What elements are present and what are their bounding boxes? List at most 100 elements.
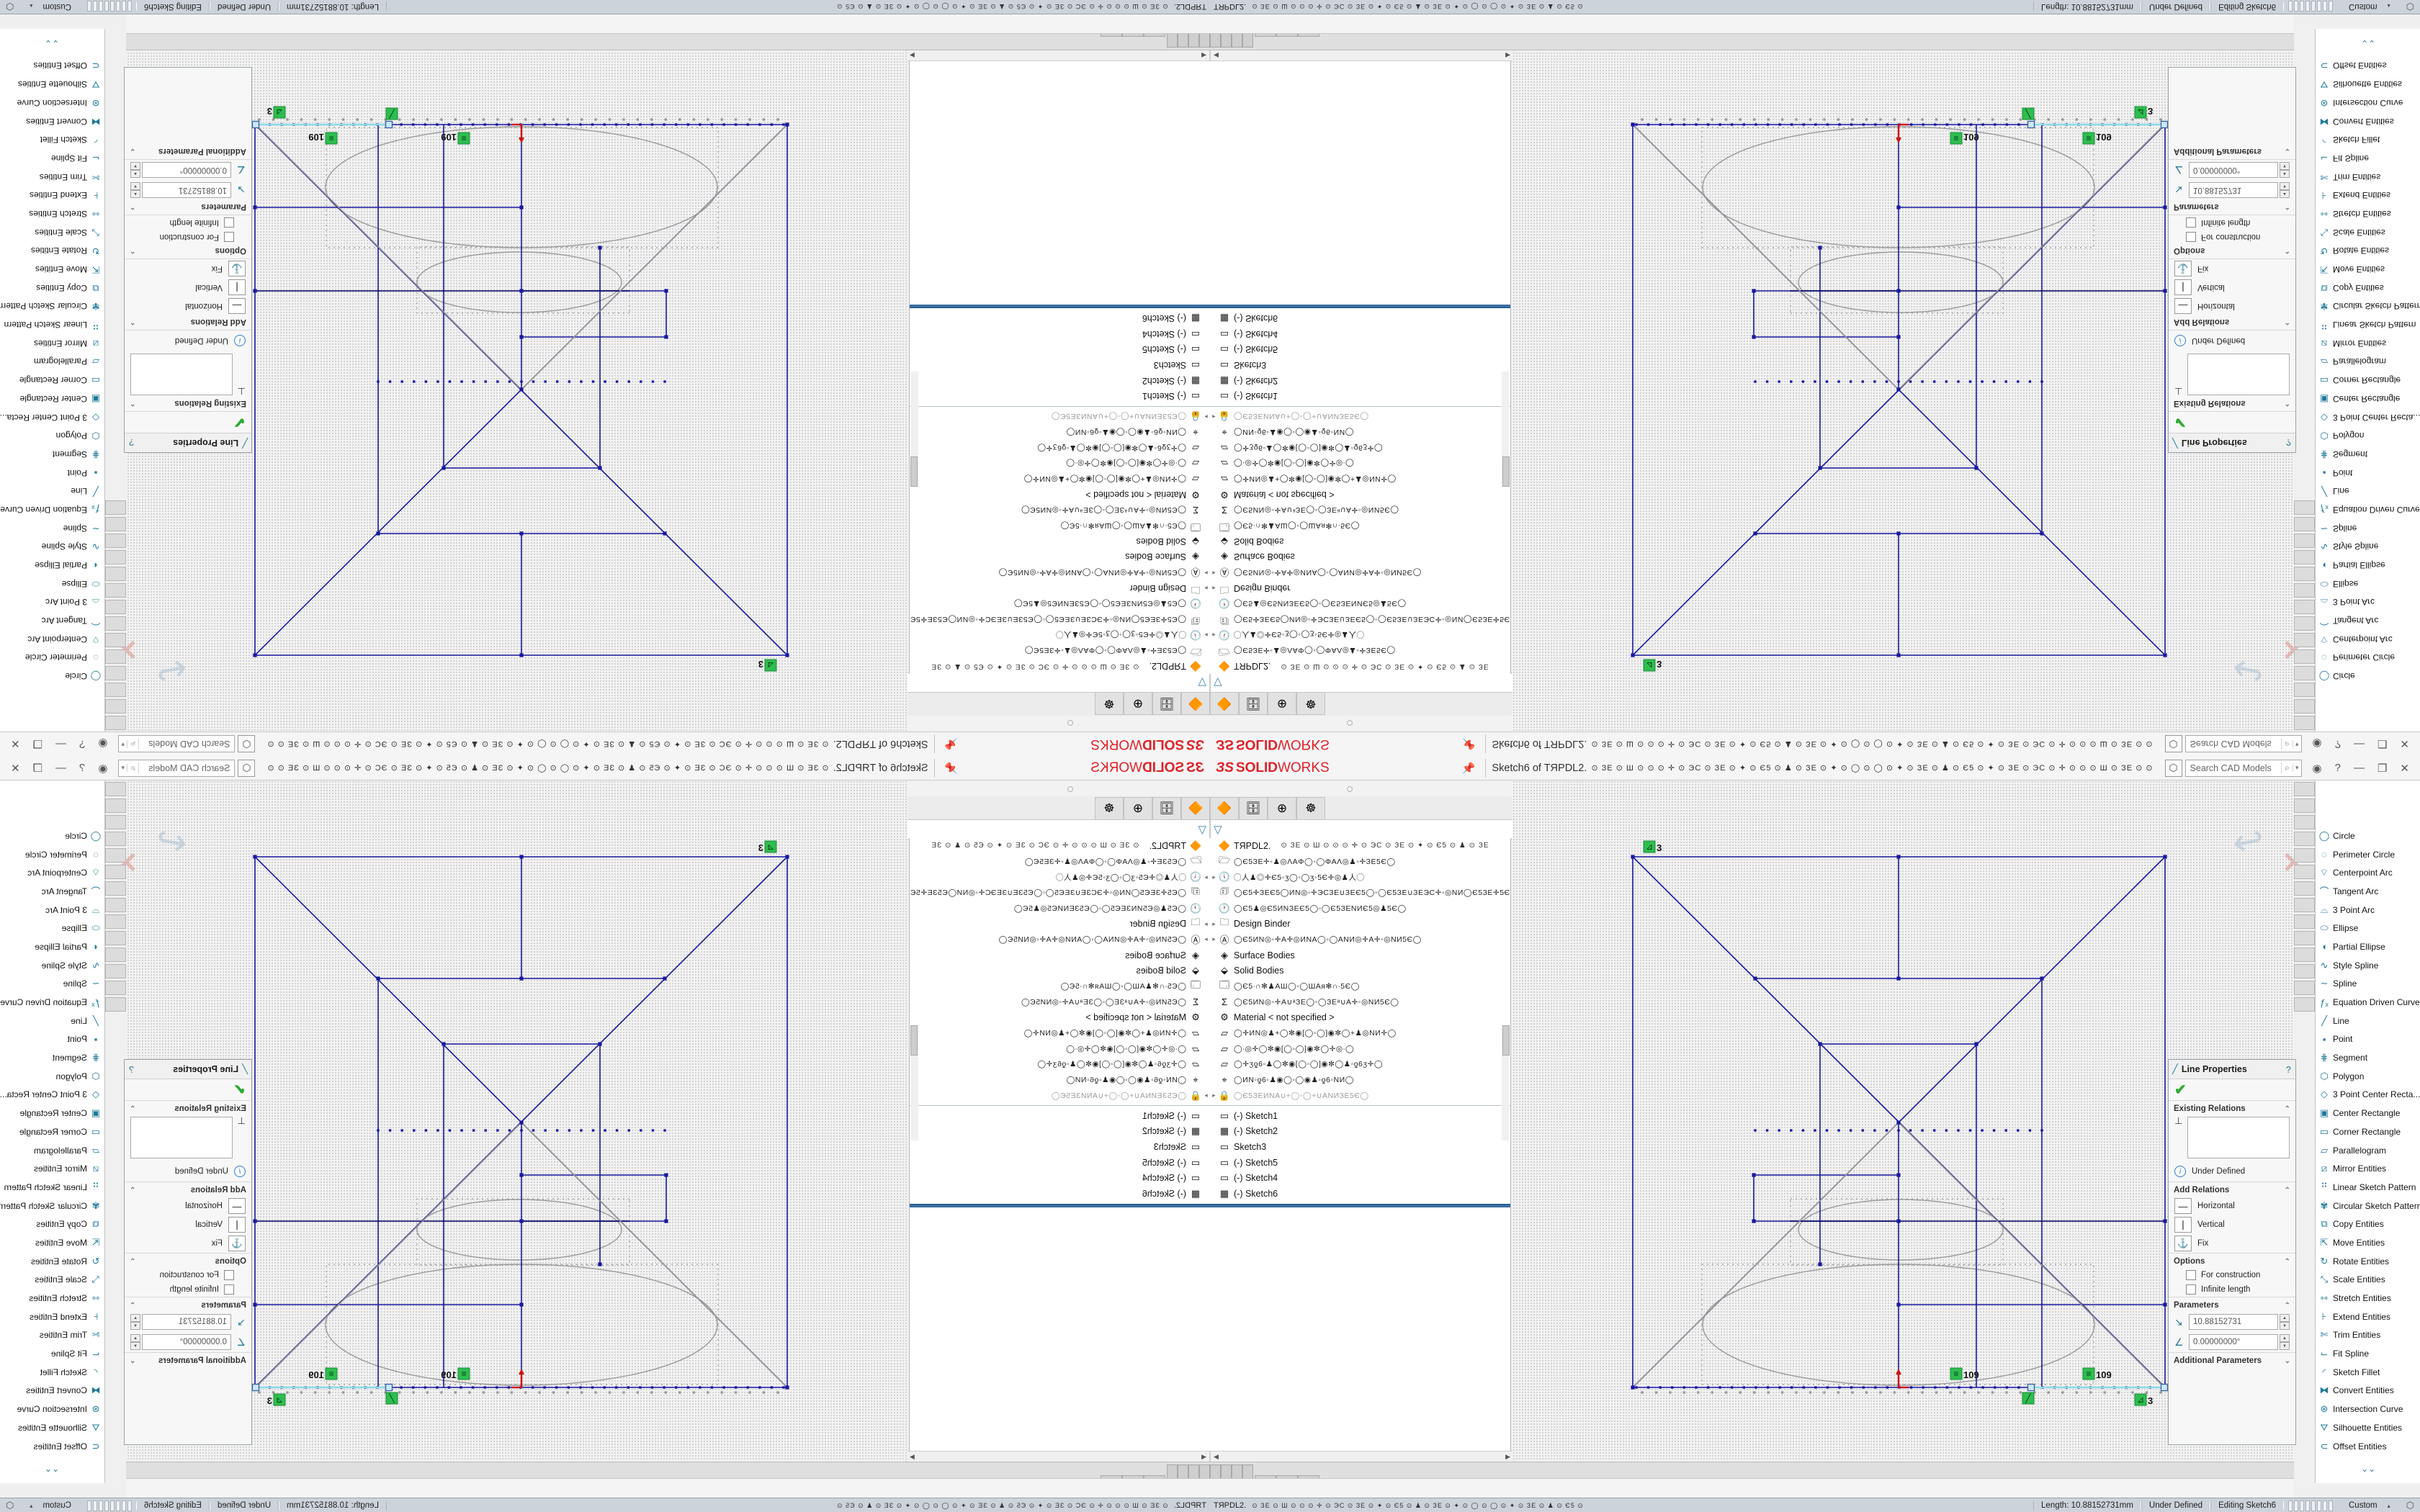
scroll-right-icon[interactable]: ▶ [907, 51, 918, 59]
tree-row[interactable]: ◈ Surface Bodies [910, 948, 1210, 963]
section-add-relations[interactable]: Add Relations⌃ [2169, 315, 2295, 330]
sketch-tool-item[interactable]: ╱ Line [2316, 482, 2420, 500]
spin-down-icon[interactable]: ▼ [2280, 1342, 2290, 1350]
expand-arrow-icon[interactable]: ▸ [1202, 920, 1210, 928]
tree-row[interactable]: 🗊 ◯Є5✛ЗЕЄ5◯ИN◎◦✛ЭСЗЕ∪ЗЕЄ5◯◦◯Є5ЗЕ∪ЗЕЭС✛◦◎… [1210, 885, 1510, 901]
command-tab[interactable] [105, 583, 126, 598]
command-tab[interactable] [105, 914, 126, 929]
tree-row[interactable]: ▭ Sketch3 [1210, 1139, 1510, 1155]
spin-up-icon[interactable]: ▲ [2280, 1314, 2290, 1322]
sketch-tool-item[interactable]: ✾ Circular Sketch Pattern [2316, 297, 2420, 316]
restore-button[interactable]: ❐ [33, 762, 42, 775]
relation-button-icon[interactable]: ❘ [228, 1217, 246, 1233]
document-tab[interactable]: 🔶 [1210, 797, 1239, 819]
sketch-tool-item[interactable]: ƒₓ Equation Driven Curve [2316, 500, 2420, 519]
search-input[interactable]: Search CAD Models ⌕ ▾ [118, 736, 235, 753]
command-tab[interactable] [105, 815, 126, 829]
command-tab[interactable] [105, 600, 126, 614]
sketch-tool-item[interactable]: ⬭ Ellipse [2316, 919, 2420, 937]
checkbox[interactable] [2186, 232, 2196, 242]
tree-row[interactable]: 🕐 ◯Є5♟◎Є5ИNЗЕЄ5◯◦◯Є5ЗЕNИЄ5◎♟5Є◯ [1210, 901, 1510, 917]
panel-help-icon[interactable]: ? [129, 438, 134, 449]
sketch-tool-item[interactable]: ∿ Style Spline [2316, 538, 2420, 557]
spinner[interactable]: ▲▼ [2280, 1314, 2290, 1330]
sketch-tool-item[interactable]: ◜ Sketch Fillet [0, 130, 104, 149]
sketch-tool-item[interactable]: ⌔ Centerpoint Arc [0, 863, 104, 882]
tab-nav-icon[interactable] [1221, 1464, 1232, 1479]
sketch-tool-item[interactable]: ⠛ Linear Sketch Pattern [0, 315, 104, 334]
tree-row[interactable]: Σ ◯Є5ИN◎◦✛А∪ᵃЗЕ◯◦◯ЗЕᵃ∪А✛◦◎NИ5Є◯ [910, 994, 1210, 1010]
tree-row[interactable]: ▦ (-) Sketch6 [1210, 310, 1510, 326]
command-tab[interactable] [105, 633, 126, 647]
sketch-tool-item[interactable]: ◖ Partial Ellipse [0, 556, 104, 575]
minimize-button[interactable]: — [55, 738, 66, 750]
tree-row[interactable]: ▱ ◯∙◎✛◯✼◉[◯◦◯]◉✼◯✛◎∙◯ [910, 1041, 1210, 1057]
sketch-tool-item[interactable]: ∿ Style Spline [0, 956, 104, 975]
feature-tree-filter[interactable]: ▽ [1210, 819, 1523, 840]
sketch-tool-item[interactable]: ⇿ Stretch Entities [0, 204, 104, 223]
collapsed-ribbon[interactable] [898, 715, 1210, 732]
scroll-left-icon[interactable]: ◀ [1211, 1453, 1222, 1461]
document-tab[interactable]: 🗄 [1152, 797, 1181, 819]
sketch-tool-item[interactable]: ⊦ Extend Entities [2316, 1308, 2420, 1326]
tab-nav-icon[interactable] [1178, 1464, 1188, 1479]
relation-button-label[interactable]: Horizontal [185, 1202, 223, 1210]
tree-row[interactable]: ▭ (-) Sketch1 [1210, 1108, 1510, 1124]
rollback-bar[interactable] [910, 406, 1210, 407]
spin-up-icon[interactable]: ▲ [130, 1314, 140, 1322]
command-tab[interactable] [2294, 616, 2315, 631]
sketch-tool-item[interactable]: ▪ Point [2316, 1030, 2420, 1049]
command-tab[interactable] [2294, 815, 2315, 829]
relation-button-icon[interactable]: ⚓ [228, 1236, 246, 1251]
document-tab[interactable]: ☸ [1296, 693, 1325, 715]
feature-tree-filter[interactable]: ▽ [897, 819, 1210, 840]
relation-button-icon[interactable]: — [228, 298, 246, 314]
tree-row[interactable]: ⚙ Material < not specified > [1210, 487, 1510, 503]
user-icon[interactable]: ◉ [98, 738, 107, 751]
section-existing-relations[interactable]: Existing Relations⌃ [2169, 397, 2295, 412]
sketch-tool-item[interactable]: ⬡ Polygon [2316, 1067, 2420, 1086]
sketch-tool-item[interactable]: ▭ Corner Rectangle [0, 371, 104, 390]
command-tab[interactable] [105, 865, 126, 879]
command-tab[interactable] [2294, 699, 2315, 714]
section-options[interactable]: Options⌃ [2169, 1253, 2295, 1268]
tab-nav-icon[interactable] [1232, 1464, 1242, 1479]
minimize-button[interactable]: — [2354, 762, 2365, 774]
expand-arrow-icon[interactable]: ▸ [1202, 1092, 1210, 1099]
spinner[interactable]: ▲▼ [130, 1314, 140, 1330]
tree-row[interactable]: 🗁 ◯Є5ЗЕ✛◦♟◎ΛАΦ◯◦◯ΦАΛ◎♟◦✛ЗЕ5Є◯ [1210, 854, 1510, 870]
status-units[interactable]: Custom▴ [2339, 2, 2401, 11]
spinner[interactable]: ▲▼ [2280, 1334, 2290, 1350]
sketch-tool-item[interactable]: ⊛ Intersection Curve [2316, 94, 2420, 112]
sketch-tool-item[interactable]: ⬡ Polygon [0, 426, 104, 445]
tree-row[interactable]: 🕐 ◯Є5♟◎Є5ИNЗЕЄ5◯◦◯Є5ЗЕNИЄ5◎♟5Є◯ [910, 901, 1210, 917]
document-tab[interactable]: ☸ [1095, 693, 1124, 715]
relation-button-icon[interactable]: ❘ [2174, 1217, 2192, 1233]
relations-listbox[interactable] [2187, 354, 2290, 395]
spinner[interactable]: ▲▼ [130, 182, 140, 198]
command-tab[interactable] [2294, 649, 2315, 664]
search-input[interactable]: Search CAD Models ⌕ ▾ [2185, 736, 2302, 753]
sketch-tool-item[interactable]: ⋕ Segment [0, 1048, 104, 1067]
section-parameters[interactable]: Parameters⌃ [2169, 200, 2295, 215]
restore-button[interactable]: ❐ [2378, 738, 2387, 751]
tree-row[interactable]: Σ ◯Є5ИN◎◦✛А∪ᵃЗЕ◯◦◯ЗЕᵃ∪А✛◦◎NИ5Є◯ [1210, 502, 1510, 518]
restore-button[interactable]: ❐ [2378, 762, 2387, 775]
tree-row[interactable]: ▦ (-) Sketch2 [910, 1123, 1210, 1139]
model-cube-icon[interactable]: ⬡ [238, 760, 255, 777]
sketch-tool-item[interactable]: ◯ Circle [2316, 667, 2420, 685]
command-tab[interactable] [105, 534, 126, 548]
sketch-tool-item[interactable]: ⬭ Ellipse [0, 575, 104, 593]
search-icon[interactable]: ⌕ [2281, 739, 2293, 750]
sketch-tool-item[interactable]: ⌔ Centerpoint Arc [2316, 863, 2420, 882]
sketch-tool-item[interactable]: ↻ Rotate Entities [0, 1252, 104, 1271]
command-tab[interactable] [105, 981, 126, 995]
spinner[interactable]: ▲▼ [130, 1334, 140, 1350]
parameter-input[interactable]: 10.88152731 [2189, 1314, 2278, 1330]
command-tab[interactable] [2294, 782, 2315, 796]
tree-row[interactable]: 🕐 ◯Є5♟◎Є5ИNЗЕЄ5◯◦◯Є5ЗЕNИЄ5◎♟5Є◯ [1210, 596, 1510, 612]
pin-icon[interactable]: 📌 [945, 762, 959, 775]
close-button[interactable]: ✕ [11, 738, 20, 751]
expand-arrow-icon[interactable]: ▸ [1210, 1092, 1218, 1099]
tree-row[interactable]: ▱ ◯∙◎✛◯✼◉[◯◦◯]◉✼◯✛◎∙◯ [1210, 1041, 1510, 1057]
